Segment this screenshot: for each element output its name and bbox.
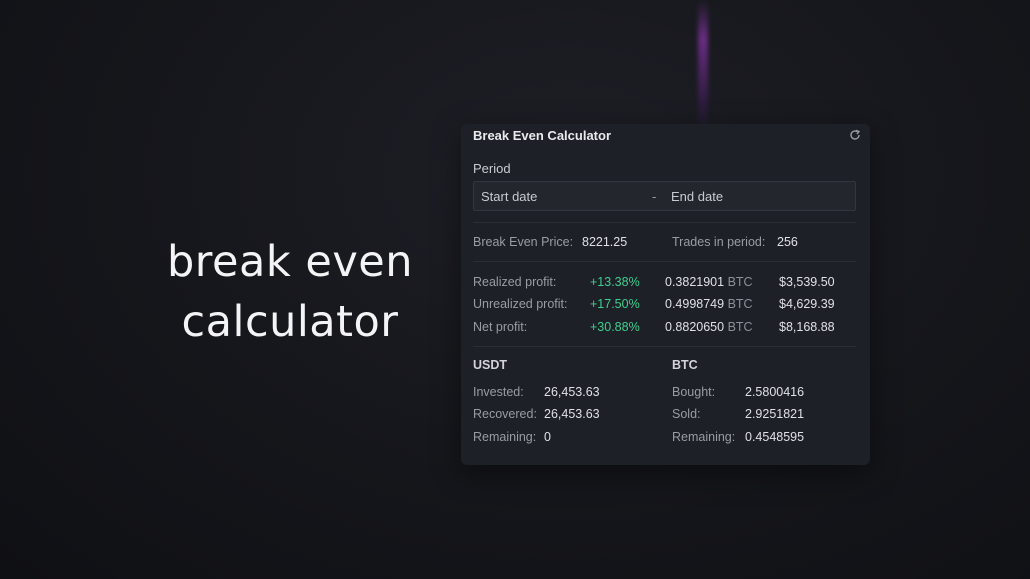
unrealized-profit-btc: 0.4998749 BTC xyxy=(665,297,753,311)
usdt-recovered-label: Recovered: xyxy=(473,407,537,421)
btc-sold-value: 2.9251821 xyxy=(745,407,805,421)
usdt-remaining-label: Remaining: xyxy=(473,430,537,444)
usdt-recovered-value: 26,453.63 xyxy=(544,407,600,421)
panel-title: Break Even Calculator xyxy=(473,128,612,143)
date-range-picker[interactable]: Start date - End date xyxy=(473,181,856,211)
net-profit-label: Net profit: xyxy=(473,320,528,334)
unrealized-profit-label: Unrealized profit: xyxy=(473,297,568,311)
break-even-price-label: Break Even Price: xyxy=(473,235,574,249)
divider xyxy=(473,222,856,223)
period-label: Period xyxy=(473,161,511,176)
end-date-field[interactable]: End date xyxy=(671,189,723,204)
btc-sold-label: Sold: xyxy=(672,407,701,421)
realized-profit-percent: +13.38% xyxy=(590,275,640,289)
date-separator: - xyxy=(652,189,657,204)
headline: break even calculator xyxy=(150,232,430,352)
btc-section-title: BTC xyxy=(672,358,698,372)
trades-in-period-value: 256 xyxy=(777,235,798,249)
usdt-invested-label: Invested: xyxy=(473,385,524,399)
headline-line-1: break even xyxy=(166,237,413,287)
refresh-icon[interactable] xyxy=(849,129,861,141)
headline-line-2: calculator xyxy=(181,297,399,347)
usdt-invested-value: 26,453.63 xyxy=(544,385,600,399)
usdt-section-title: USDT xyxy=(473,358,508,372)
btc-remaining-value: 0.4548595 xyxy=(745,430,805,444)
btc-unit: BTC xyxy=(727,275,753,289)
btc-unit: BTC xyxy=(727,297,753,311)
trades-in-period-label: Trades in period: xyxy=(672,235,766,249)
divider xyxy=(473,346,856,347)
btc-remaining-label: Remaining: xyxy=(672,430,736,444)
divider xyxy=(473,261,856,262)
net-profit-btc: 0.8820650 BTC xyxy=(665,320,753,334)
unrealized-profit-percent: +17.50% xyxy=(590,297,640,311)
background-light-streak xyxy=(698,0,708,130)
realized-profit-label: Realized profit: xyxy=(473,275,557,289)
realized-profit-usd: $3,539.50 xyxy=(779,275,835,289)
btc-bought-value: 2.5800416 xyxy=(745,385,805,399)
net-profit-usd: $8,168.88 xyxy=(779,320,835,334)
btc-bought-label: Bought: xyxy=(672,385,716,399)
start-date-field[interactable]: Start date xyxy=(481,189,537,204)
realized-profit-btc: 0.3821901 BTC xyxy=(665,275,753,289)
break-even-calculator-panel: Break Even Calculator Period Start date … xyxy=(461,124,870,465)
usdt-remaining-value: 0 xyxy=(544,430,551,444)
break-even-price-value: 8221.25 xyxy=(582,235,628,249)
net-profit-percent: +30.88% xyxy=(590,320,640,334)
unrealized-profit-usd: $4,629.39 xyxy=(779,297,835,311)
btc-unit: BTC xyxy=(727,320,753,334)
